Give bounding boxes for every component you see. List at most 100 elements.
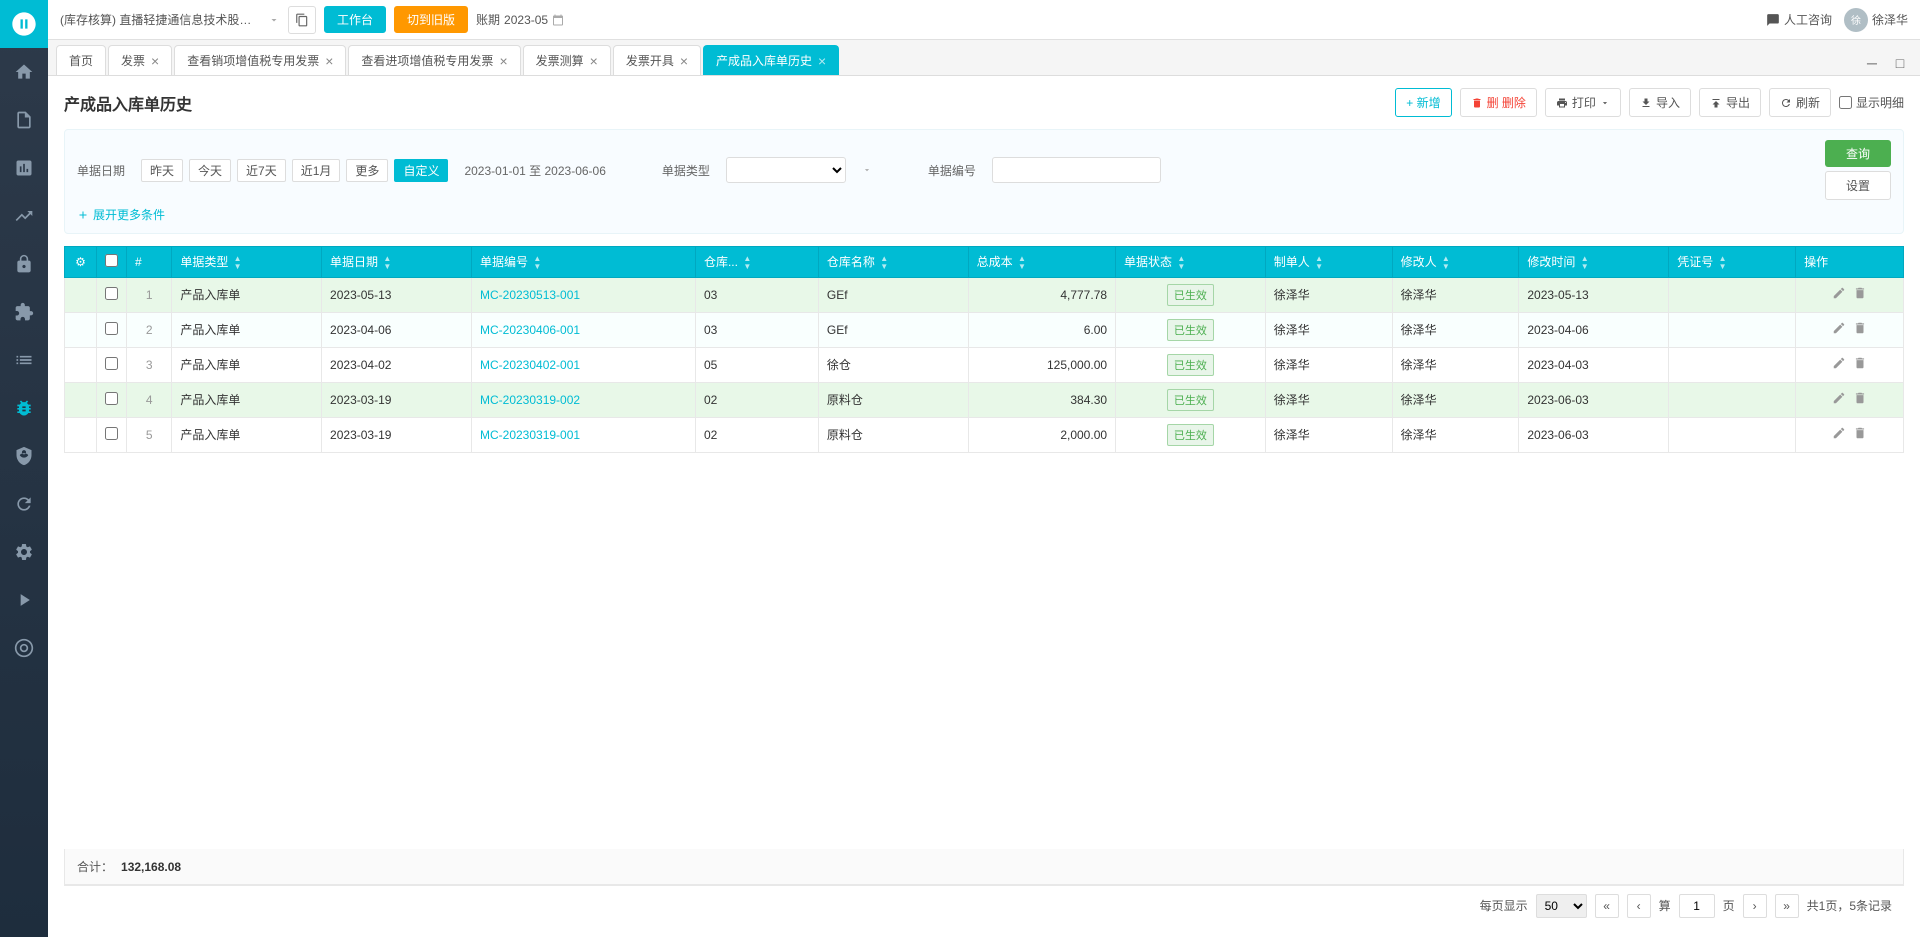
row-checkbox-3[interactable] <box>105 392 118 405</box>
new-button[interactable]: + 新增 <box>1395 88 1451 117</box>
export-button[interactable]: 导出 <box>1699 88 1761 117</box>
sidebar-item-puzzle[interactable] <box>0 288 48 336</box>
month-btn[interactable]: 近1月 <box>292 159 341 182</box>
row-number-link[interactable]: MC-20230319-002 <box>480 393 580 407</box>
show-detail-checkbox-label[interactable]: 显示明细 <box>1839 94 1904 111</box>
user-info[interactable]: 徐 徐泽华 <box>1844 8 1908 32</box>
num-filter-input[interactable] <box>992 157 1161 183</box>
row-number-link[interactable]: MC-20230513-001 <box>480 288 580 302</box>
last-page-btn[interactable]: » <box>1775 894 1799 918</box>
tab-home[interactable]: 首页 <box>56 45 106 75</box>
yesterday-btn[interactable]: 昨天 <box>141 159 183 182</box>
delete-button[interactable]: 删 删除 <box>1460 88 1537 117</box>
row-edit-icon[interactable] <box>1832 429 1849 443</box>
row-number-link[interactable]: MC-20230406-001 <box>480 323 580 337</box>
th-number[interactable]: 单据编号 ▲▼ <box>472 247 696 278</box>
sidebar-item-chart[interactable] <box>0 144 48 192</box>
tab-calc-close[interactable]: × <box>590 54 598 68</box>
th-total-cost[interactable]: 总成本 ▲▼ <box>968 247 1115 278</box>
th-creator[interactable]: 制单人 ▲▼ <box>1265 247 1392 278</box>
copy-icon[interactable] <box>288 6 316 34</box>
print-button[interactable]: 打印 <box>1545 88 1621 117</box>
week-btn[interactable]: 近7天 <box>237 159 286 182</box>
type-filter-select[interactable] <box>726 157 846 183</box>
row-delete-icon[interactable] <box>1853 324 1867 338</box>
tab-maximize-button[interactable]: □ <box>1888 51 1912 75</box>
tab-invoice-open[interactable]: 发票开具 × <box>613 45 701 75</box>
row-delete-icon[interactable] <box>1853 289 1867 303</box>
import-button[interactable]: 导入 <box>1629 88 1691 117</box>
row-checkbox-2[interactable] <box>105 357 118 370</box>
row-number-link[interactable]: MC-20230319-001 <box>480 428 580 442</box>
sidebar-item-gear[interactable] <box>0 528 48 576</box>
tab-check-purchase-close[interactable]: × <box>499 54 507 68</box>
th-type[interactable]: 单据类型 ▲▼ <box>172 247 322 278</box>
row-delete-icon[interactable] <box>1853 429 1867 443</box>
row-edit-icon[interactable] <box>1832 324 1849 338</box>
expand-filter-btn[interactable]: 展开更多条件 <box>77 206 165 223</box>
sidebar-item-stamp[interactable] <box>0 432 48 480</box>
tab-product-inbound[interactable]: 产成品入库单历史 × <box>703 45 839 75</box>
row-edit-icon[interactable] <box>1832 289 1849 303</box>
tab-open-close[interactable]: × <box>680 54 688 68</box>
th-warehouse-name[interactable]: 仓库名称 ▲▼ <box>818 247 968 278</box>
row-number[interactable]: MC-20230402-001 <box>472 347 696 382</box>
sidebar-item-list[interactable] <box>0 336 48 384</box>
row-checkbox-cell[interactable] <box>97 417 127 452</box>
today-btn[interactable]: 今天 <box>189 159 231 182</box>
th-status[interactable]: 单据状态 ▲▼ <box>1116 247 1266 278</box>
tab-check-purchase-vat[interactable]: 查看进项增值税专用发票 × <box>348 45 520 75</box>
th-modifier[interactable]: 修改人 ▲▼ <box>1392 247 1519 278</box>
tab-invoice[interactable]: 发票 × <box>108 45 172 75</box>
sidebar-item-lock[interactable] <box>0 240 48 288</box>
th-date[interactable]: 单据日期 ▲▼ <box>322 247 472 278</box>
show-detail-checkbox[interactable] <box>1839 96 1852 109</box>
query-button[interactable]: 查询 <box>1825 140 1891 167</box>
sidebar-item-home[interactable] <box>0 48 48 96</box>
row-checkbox-1[interactable] <box>105 322 118 335</box>
row-checkbox-0[interactable] <box>105 287 118 300</box>
row-checkbox-cell[interactable] <box>97 277 127 312</box>
row-edit-icon[interactable] <box>1832 394 1849 408</box>
row-number[interactable]: MC-20230513-001 <box>472 277 696 312</box>
first-page-btn[interactable]: « <box>1595 894 1619 918</box>
tab-invoice-calc[interactable]: 发票测算 × <box>523 45 611 75</box>
row-edit-icon[interactable] <box>1832 359 1849 373</box>
sidebar-item-analytics[interactable] <box>0 192 48 240</box>
refresh-button[interactable]: 刷新 <box>1769 88 1831 117</box>
row-checkbox-cell[interactable] <box>97 347 127 382</box>
th-checkbox[interactable] <box>97 247 127 278</box>
sidebar-item-play[interactable] <box>0 576 48 624</box>
sidebar-item-doc[interactable] <box>0 96 48 144</box>
page-size-select[interactable]: 10 20 50 100 <box>1536 894 1587 918</box>
row-checkbox-4[interactable] <box>105 427 118 440</box>
tab-invoice-close[interactable]: × <box>151 54 159 68</box>
tab-check-sales-close[interactable]: × <box>325 54 333 68</box>
page-num-input[interactable] <box>1679 894 1715 918</box>
consult-label[interactable]: 人工咨询 <box>1766 11 1832 28</box>
tab-minimize-button[interactable]: ─ <box>1860 51 1884 75</box>
sidebar-item-warehouse[interactable] <box>0 384 48 432</box>
th-modify-time[interactable]: 修改时间 ▲▼ <box>1519 247 1669 278</box>
custom-btn[interactable]: 自定义 <box>394 159 448 182</box>
row-delete-icon[interactable] <box>1853 394 1867 408</box>
workbench-button[interactable]: 工作台 <box>324 6 386 33</box>
sidebar-item-vip[interactable] <box>0 624 48 672</box>
th-voucher[interactable]: 凭证号 ▲▼ <box>1669 247 1796 278</box>
row-number[interactable]: MC-20230319-001 <box>472 417 696 452</box>
tab-check-sales-vat[interactable]: 查看销项增值税专用发票 × <box>174 45 346 75</box>
select-all-checkbox[interactable] <box>105 254 118 267</box>
row-number[interactable]: MC-20230319-002 <box>472 382 696 417</box>
more-btn[interactable]: 更多 <box>346 159 388 182</box>
prev-page-btn[interactable]: ‹ <box>1627 894 1651 918</box>
next-page-btn[interactable]: › <box>1743 894 1767 918</box>
row-number[interactable]: MC-20230406-001 <box>472 312 696 347</box>
tab-inbound-close[interactable]: × <box>818 54 826 68</box>
row-delete-icon[interactable] <box>1853 359 1867 373</box>
switch-old-button[interactable]: 切到旧版 <box>394 6 468 33</box>
th-warehouse-code[interactable]: 仓库... ▲▼ <box>695 247 818 278</box>
row-checkbox-cell[interactable] <box>97 382 127 417</box>
set-button[interactable]: 设置 <box>1825 171 1891 200</box>
sidebar-item-settings2[interactable] <box>0 480 48 528</box>
th-settings[interactable]: ⚙ <box>65 247 97 278</box>
